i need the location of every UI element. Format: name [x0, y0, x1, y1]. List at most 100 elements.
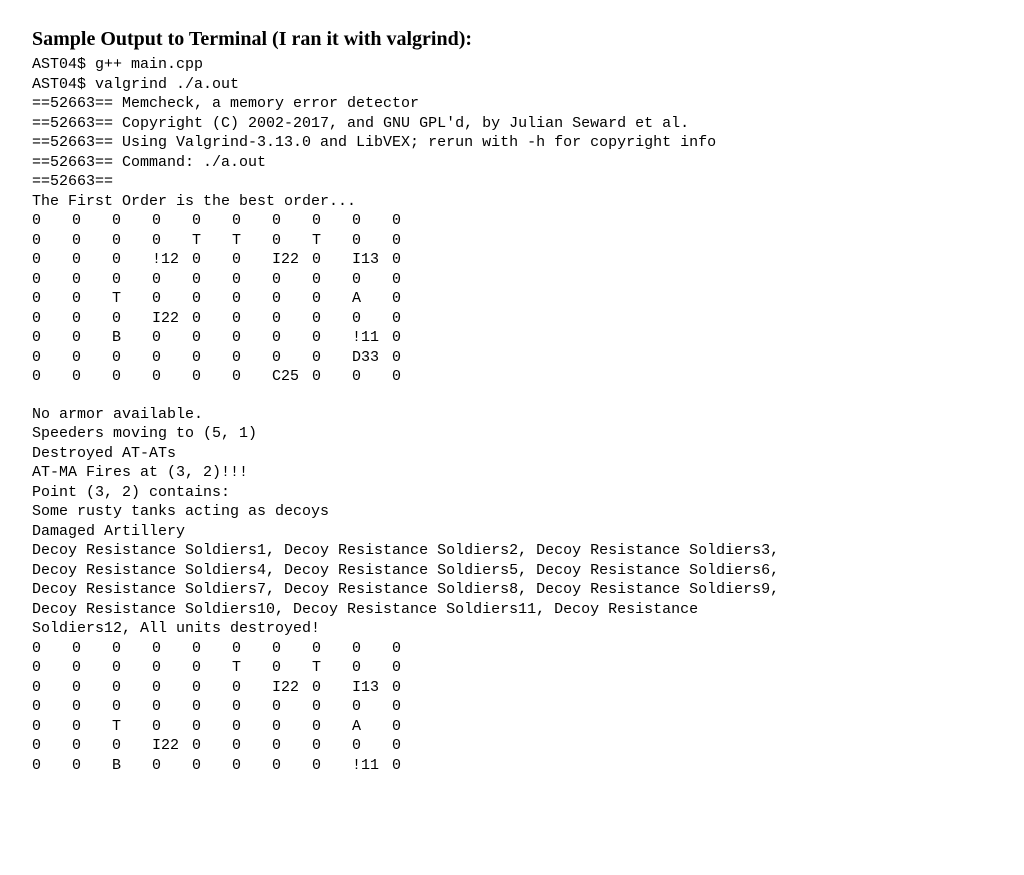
grid-cell: 0 [112, 367, 152, 387]
grid-cell: 0 [32, 736, 72, 756]
grid-row: 000000C25000 [32, 367, 992, 387]
grid-cell: 0 [112, 211, 152, 231]
grid-cell: 0 [312, 678, 352, 698]
grid-row: 0000000000 [32, 211, 992, 231]
grid-row: 00000000D330 [32, 348, 992, 368]
grid-cell: 0 [272, 289, 312, 309]
grid-cell: 0 [152, 211, 192, 231]
grid-cell: 0 [192, 639, 232, 659]
grid-cell: 0 [392, 736, 432, 756]
grid-cell: 0 [272, 756, 312, 776]
grid-cell: 0 [32, 289, 72, 309]
grid-cell: 0 [312, 756, 352, 776]
grid-cell: 0 [392, 658, 432, 678]
grid-cell: 0 [352, 658, 392, 678]
grid-row: 000000I220I130 [32, 678, 992, 698]
grid-cell: 0 [272, 348, 312, 368]
grid-cell: 0 [312, 289, 352, 309]
grid-cell: 0 [352, 211, 392, 231]
grid-cell: 0 [232, 270, 272, 290]
grid-cell: T [232, 658, 272, 678]
grid-cell: T [232, 231, 272, 251]
grid-cell: 0 [72, 309, 112, 329]
grid-cell: B [112, 756, 152, 776]
grid-row: 0000TT0T00 [32, 231, 992, 251]
grid-cell: 0 [192, 736, 232, 756]
grid-cell: 0 [272, 717, 312, 737]
grid-cell: 0 [152, 639, 192, 659]
grid-cell: 0 [312, 639, 352, 659]
grid-row: 000I22000000 [32, 736, 992, 756]
grid-cell: 0 [72, 328, 112, 348]
grid-cell: 0 [312, 211, 352, 231]
grid-cell: 0 [152, 658, 192, 678]
grid-cell: 0 [272, 639, 312, 659]
grid-cell: 0 [112, 697, 152, 717]
grid-cell: T [192, 231, 232, 251]
grid-cell: I22 [152, 736, 192, 756]
grid-row: 00B00000!110 [32, 328, 992, 348]
grid-cell: 0 [192, 211, 232, 231]
grid-cell: 0 [32, 231, 72, 251]
grid-cell: !11 [352, 328, 392, 348]
grid-cell: 0 [112, 658, 152, 678]
grid-row: 0000000000 [32, 639, 992, 659]
grid-cell: 0 [312, 697, 352, 717]
grid-cell: 0 [192, 270, 232, 290]
grid-cell: A [352, 289, 392, 309]
grid-cell: 0 [352, 639, 392, 659]
grid-cell: 0 [32, 639, 72, 659]
grid-cell: 0 [32, 348, 72, 368]
grid-cell: 0 [32, 250, 72, 270]
grid-cell: 0 [72, 367, 112, 387]
grid-cell: 0 [152, 756, 192, 776]
grid-cell: 0 [152, 289, 192, 309]
grid-row: 00T00000A0 [32, 289, 992, 309]
terminal-preamble: AST04$ g++ main.cpp AST04$ valgrind ./a.… [32, 55, 992, 211]
grid-cell: I13 [352, 250, 392, 270]
grid-cell: 0 [152, 348, 192, 368]
grid-cell: 0 [72, 270, 112, 290]
grid-cell: 0 [392, 367, 432, 387]
grid-cell: 0 [232, 736, 272, 756]
grid-cell: 0 [392, 211, 432, 231]
grid-cell: 0 [32, 658, 72, 678]
grid-cell: I22 [152, 309, 192, 329]
grid-cell: 0 [192, 658, 232, 678]
grid-cell: 0 [392, 717, 432, 737]
grid-cell: 0 [232, 367, 272, 387]
grid-cell: 0 [392, 756, 432, 776]
grid-cell: 0 [112, 348, 152, 368]
grid-cell: 0 [112, 231, 152, 251]
grid-cell: 0 [312, 717, 352, 737]
grid-cell: 0 [232, 309, 272, 329]
grid-cell: 0 [352, 367, 392, 387]
grid-cell: 0 [272, 658, 312, 678]
grid-cell: 0 [232, 348, 272, 368]
grid-cell: 0 [112, 309, 152, 329]
grid-row: 00T00000A0 [32, 717, 992, 737]
grid-row: 000I22000000 [32, 309, 992, 329]
grid-cell: T [312, 231, 352, 251]
grid-row: 00B00000!110 [32, 756, 992, 776]
grid-cell: 0 [312, 367, 352, 387]
grid-cell: 0 [312, 250, 352, 270]
grid-cell: 0 [272, 231, 312, 251]
grid-cell: 0 [72, 211, 112, 231]
grid-cell: 0 [32, 717, 72, 737]
grid-cell: 0 [72, 717, 112, 737]
grid-cell: 0 [32, 328, 72, 348]
grid-cell: 0 [152, 328, 192, 348]
output-grid-1: 00000000000000TT0T00000!1200I220I1300000… [32, 211, 992, 387]
grid-cell: 0 [112, 639, 152, 659]
grid-cell: 0 [32, 309, 72, 329]
grid-cell: 0 [72, 348, 112, 368]
grid-row: 0000000000 [32, 270, 992, 290]
grid-cell: B [112, 328, 152, 348]
grid-cell: 0 [272, 309, 312, 329]
grid-cell: 0 [392, 348, 432, 368]
grid-cell: 0 [232, 756, 272, 776]
grid-cell: C25 [272, 367, 312, 387]
grid-cell: 0 [192, 250, 232, 270]
grid-cell: 0 [392, 250, 432, 270]
